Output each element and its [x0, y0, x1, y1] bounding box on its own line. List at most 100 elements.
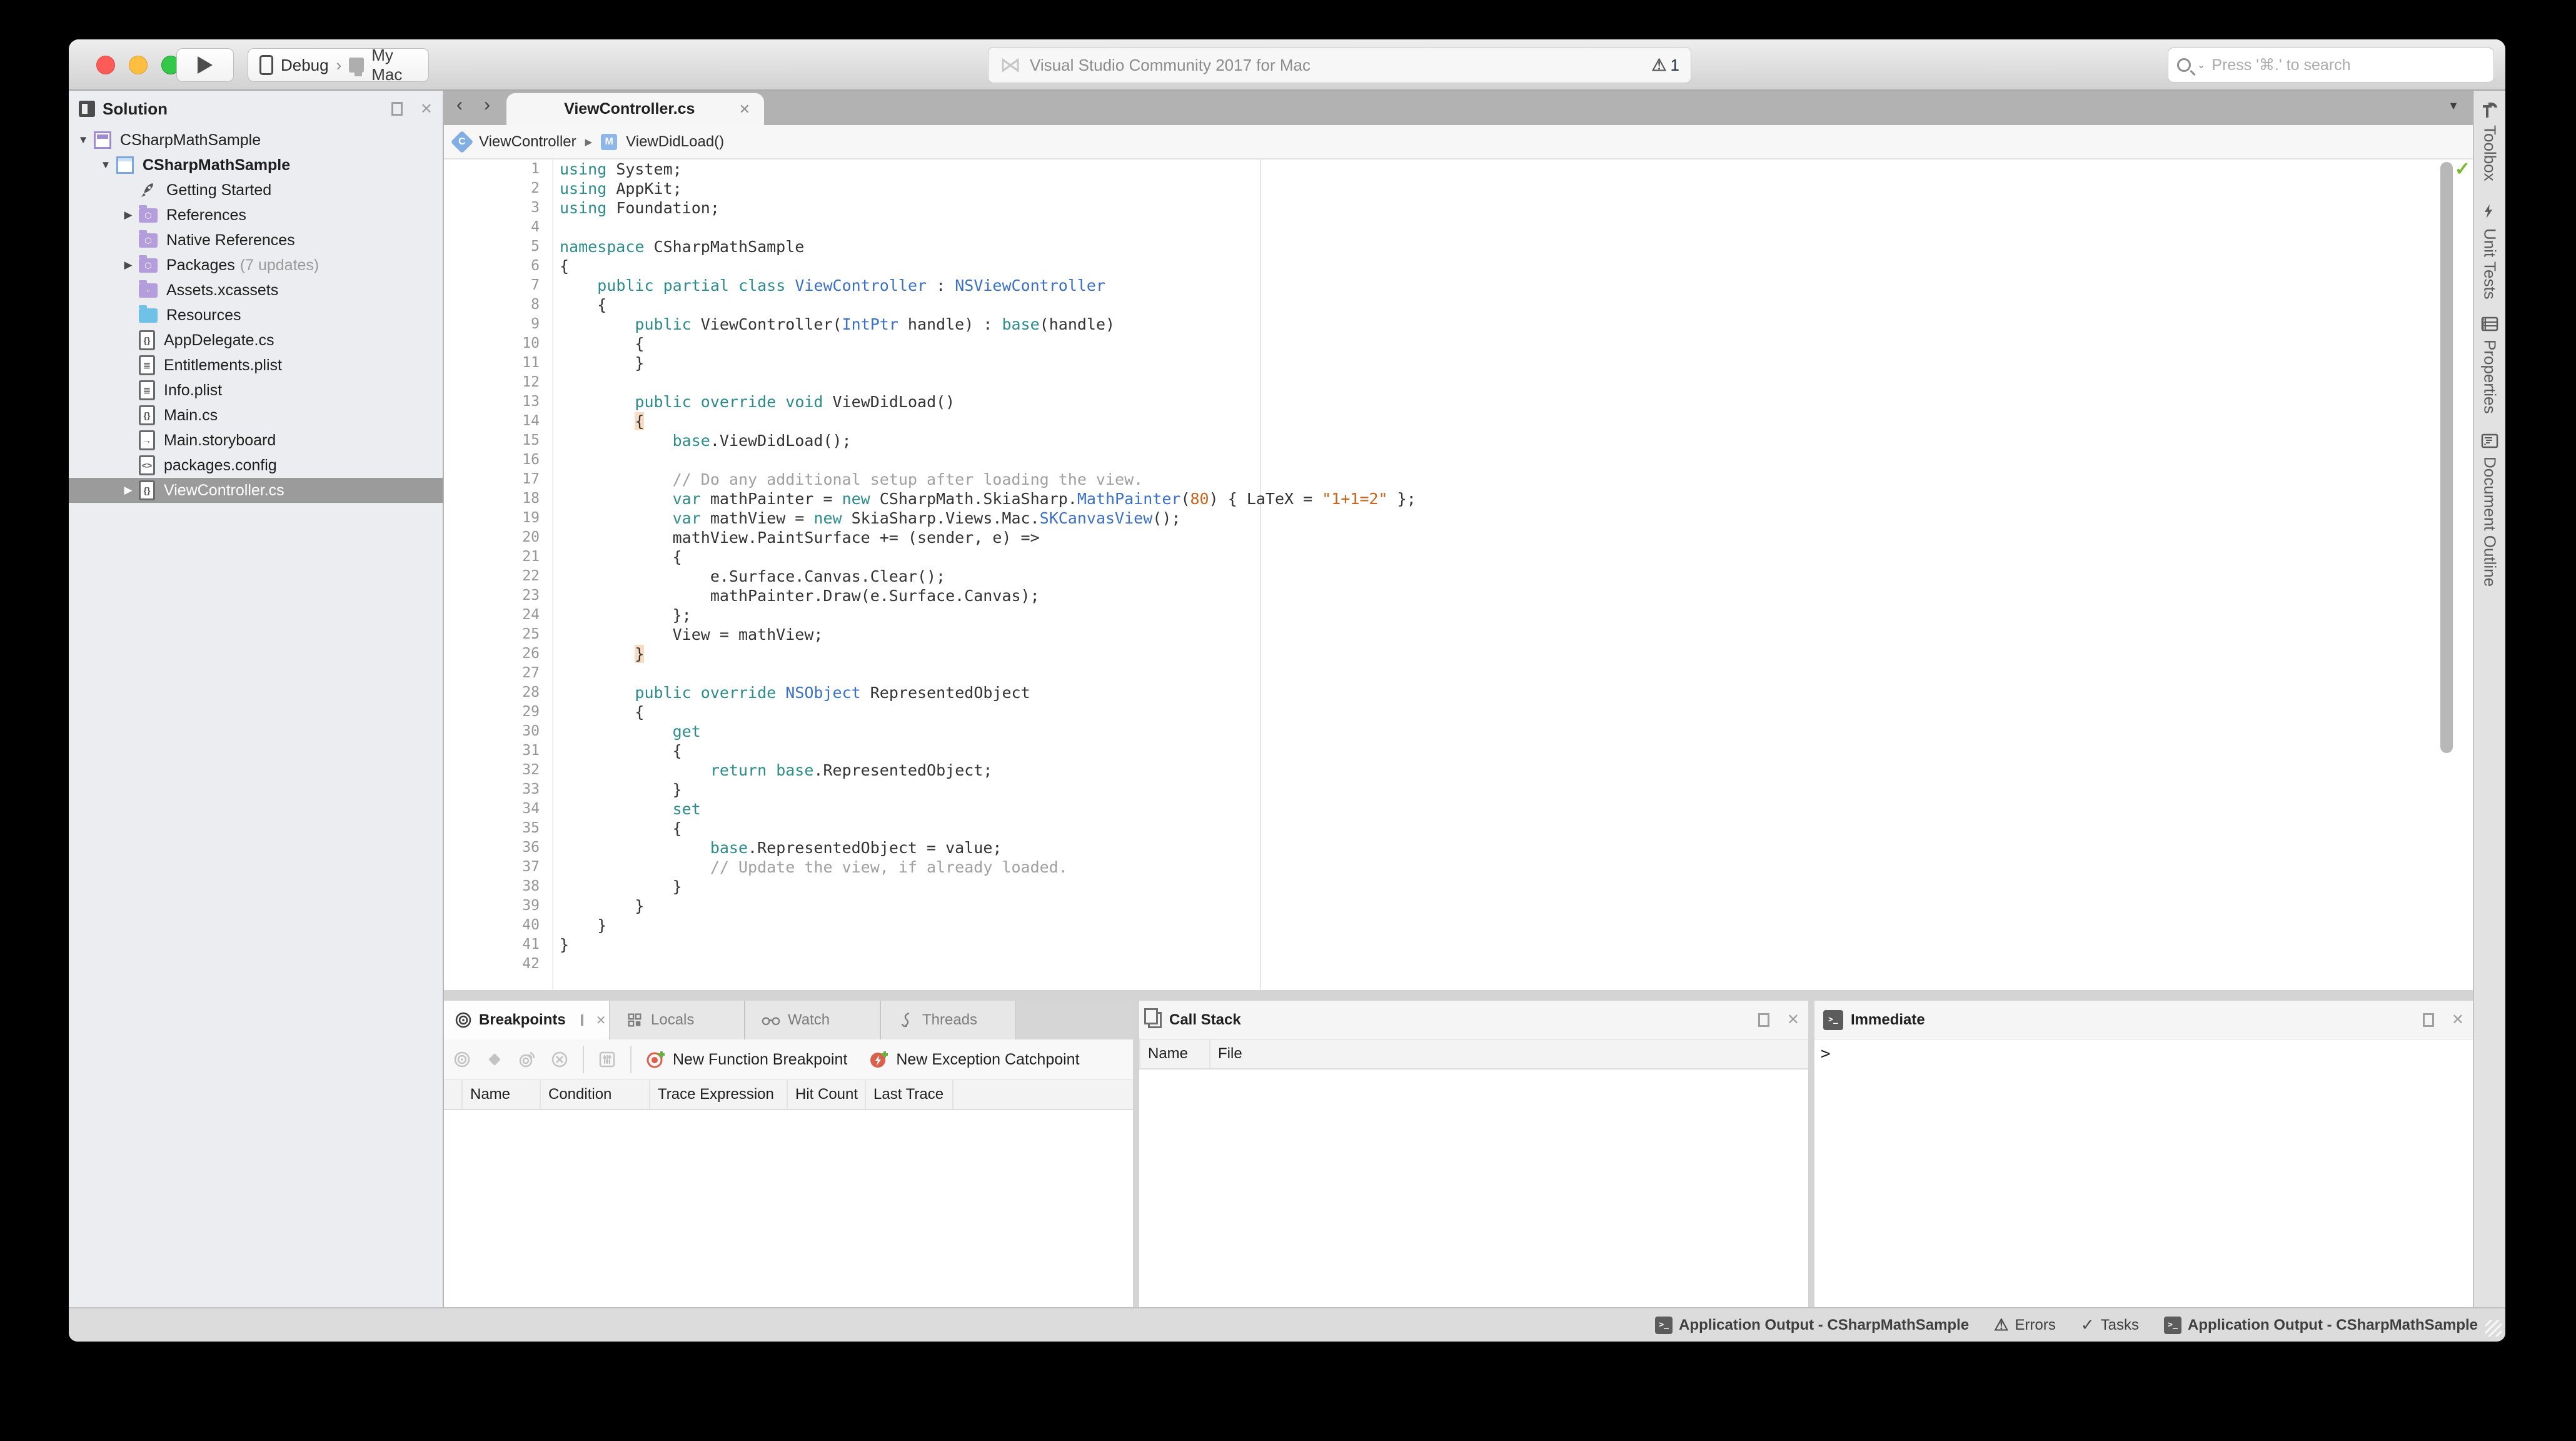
code-line[interactable]: 33 }: [444, 780, 2473, 799]
code-line[interactable]: 42: [444, 954, 2473, 974]
side-tab-toolbox[interactable]: Toolbox: [2474, 100, 2505, 181]
tree-item-info-plist[interactable]: ≣Info.plist: [69, 378, 443, 403]
code-line[interactable]: 12: [444, 373, 2473, 392]
tab-list-dropdown-icon[interactable]: ▼: [2448, 99, 2459, 113]
expander-icon[interactable]: ▶: [118, 209, 139, 221]
code-line[interactable]: 30 get: [444, 722, 2473, 741]
tree-item-assets-xcassets[interactable]: ▫Assets.xcassets: [69, 278, 443, 303]
code-line[interactable]: 25 View = mathView;: [444, 625, 2473, 644]
new-function-breakpoint-button[interactable]: New Function Breakpoint: [645, 1049, 847, 1070]
code-line[interactable]: 34 set: [444, 799, 2473, 819]
column-header-hit-count[interactable]: Hit Count: [788, 1080, 866, 1109]
new-exception-catchpoint-button[interactable]: New Exception Catchpoint: [868, 1049, 1079, 1070]
column-header-file[interactable]: File: [1210, 1039, 1808, 1068]
code-line[interactable]: 21 {: [444, 547, 2473, 567]
code-line[interactable]: 37 // Update the view, if already loaded…: [444, 857, 2473, 877]
global-search[interactable]: ⌄: [2168, 48, 2494, 83]
tree-item-packages[interactable]: ▶⬡Packages(7 updates): [69, 253, 443, 278]
column-header-last-trace[interactable]: Last Trace: [866, 1080, 953, 1109]
tree-item-csharpmathsample[interactable]: ▼CSharpMathSample: [69, 128, 443, 153]
statusbar-item-application-output-csharpmathsample[interactable]: >_Application Output - CSharpMathSample: [1655, 1317, 1969, 1334]
run-button[interactable]: [176, 48, 234, 82]
code-line[interactable]: 28 public override NSObject RepresentedO…: [444, 683, 2473, 702]
dock-icon[interactable]: [2423, 1013, 2434, 1027]
vertical-splitter[interactable]: [1808, 1001, 1814, 1307]
tree-item-packages-config[interactable]: <>packages.config: [69, 453, 443, 478]
code-line[interactable]: 29 {: [444, 702, 2473, 722]
code-line[interactable]: 39 }: [444, 896, 2473, 916]
breadcrumb-class[interactable]: ViewController: [479, 133, 576, 151]
code-line[interactable]: 4: [444, 218, 2473, 237]
code-line[interactable]: 41}: [444, 935, 2473, 954]
disable-breakpoint-icon[interactable]: [485, 1050, 504, 1069]
minimize-window-button[interactable]: [129, 56, 148, 74]
tab-viewcontroller-cs[interactable]: ViewController.cs ✕: [506, 93, 764, 125]
tree-item-entitlements-plist[interactable]: ≣Entitlements.plist: [69, 353, 443, 378]
code-line[interactable]: 36 base.RepresentedObject = value;: [444, 838, 2473, 857]
close-icon[interactable]: ✕: [420, 100, 433, 118]
code-line[interactable]: 31 {: [444, 741, 2473, 761]
column-header-condition[interactable]: Condition: [541, 1080, 650, 1109]
code-line[interactable]: 10 {: [444, 334, 2473, 353]
code-line[interactable]: 26 }: [444, 644, 2473, 664]
dock-icon[interactable]: [581, 1014, 583, 1026]
code-line[interactable]: 24 };: [444, 605, 2473, 625]
code-line[interactable]: 8 {: [444, 295, 2473, 315]
close-icon[interactable]: ✕: [2452, 1011, 2464, 1029]
tree-item-native-references[interactable]: ⬡Native References: [69, 228, 443, 253]
code-line[interactable]: 23 mathPainter.Draw(e.Surface.Canvas);: [444, 586, 2473, 605]
navigate-back-button[interactable]: ‹: [456, 94, 463, 116]
close-window-button[interactable]: [96, 56, 115, 74]
side-tab-properties[interactable]: Properties: [2474, 315, 2505, 414]
horizontal-splitter[interactable]: [444, 990, 2473, 1001]
tree-item-main-cs[interactable]: {}Main.cs: [69, 403, 443, 428]
expander-icon[interactable]: ▶: [118, 259, 139, 271]
code-line[interactable]: 6{: [444, 256, 2473, 276]
side-tab-document-outline[interactable]: Document Outline: [2474, 432, 2505, 587]
configuration-selector[interactable]: Debug › My Mac: [248, 48, 429, 82]
callstack-body[interactable]: [1139, 1071, 1808, 1307]
tab-threads[interactable]: Threads: [880, 1001, 1016, 1039]
code-line[interactable]: 32 return base.RepresentedObject;: [444, 761, 2473, 780]
code-line[interactable]: 7 public partial class ViewController : …: [444, 276, 2473, 295]
expander-icon[interactable]: ▼: [95, 159, 116, 171]
code-line[interactable]: 27: [444, 664, 2473, 683]
tree-item-getting-started[interactable]: Getting Started: [69, 178, 443, 203]
code-line[interactable]: 35 {: [444, 819, 2473, 838]
tree-item-viewcontroller-cs[interactable]: ▶{}ViewController.cs: [69, 478, 443, 503]
navigate-forward-button[interactable]: ›: [484, 94, 490, 116]
tree-item-resources[interactable]: Resources: [69, 303, 443, 328]
code-line[interactable]: 9 public ViewController(IntPtr handle) :…: [444, 315, 2473, 334]
tab-watch[interactable]: Watch: [745, 1001, 880, 1039]
warning-badge[interactable]: ⚠ 1: [1651, 56, 1679, 75]
code-line[interactable]: 19 var mathView = new SkiaSharp.Views.Ma…: [444, 508, 2473, 528]
statusbar-item-errors[interactable]: ⚠Errors: [1994, 1315, 2056, 1335]
tab-breakpoints[interactable]: Breakpoints ✕: [444, 1001, 609, 1039]
expander-icon[interactable]: ▼: [73, 134, 94, 146]
close-icon[interactable]: ✕: [1787, 1011, 1799, 1029]
editor-scrollbar[interactable]: [2440, 162, 2453, 753]
code-editor[interactable]: 1using System;2using AppKit;3using Found…: [444, 159, 2473, 990]
breakpoints-body[interactable]: [444, 1110, 1133, 1307]
dock-icon[interactable]: [391, 102, 403, 116]
code-line[interactable]: 2using AppKit;: [444, 179, 2473, 198]
remove-all-icon[interactable]: [550, 1050, 569, 1069]
remove-breakpoint-icon[interactable]: [518, 1050, 536, 1069]
column-header-name[interactable]: Name: [463, 1080, 541, 1109]
side-tab-unit-tests[interactable]: Unit Tests: [2474, 203, 2505, 300]
tree-item-references[interactable]: ▶⬡References: [69, 203, 443, 228]
tree-item-csharpmathsample[interactable]: ▼CSharpMathSample: [69, 153, 443, 178]
code-line[interactable]: 20 mathView.PaintSurface += (sender, e) …: [444, 528, 2473, 547]
code-line[interactable]: 38 }: [444, 877, 2473, 896]
dock-icon[interactable]: [1758, 1013, 1769, 1027]
tab-locals[interactable]: Locals: [609, 1001, 745, 1039]
code-line[interactable]: 18 var mathPainter = new CSharpMath.Skia…: [444, 489, 2473, 508]
code-line[interactable]: 40 }: [444, 916, 2473, 935]
resize-grip[interactable]: [2485, 1320, 2502, 1337]
new-breakpoint-icon[interactable]: [453, 1050, 471, 1069]
column-header-name[interactable]: Name: [1140, 1039, 1210, 1068]
vertical-splitter[interactable]: [1133, 1001, 1139, 1307]
close-tab-icon[interactable]: ✕: [739, 101, 750, 118]
expander-icon[interactable]: ▶: [118, 484, 139, 497]
code-line[interactable]: 11 }: [444, 353, 2473, 373]
